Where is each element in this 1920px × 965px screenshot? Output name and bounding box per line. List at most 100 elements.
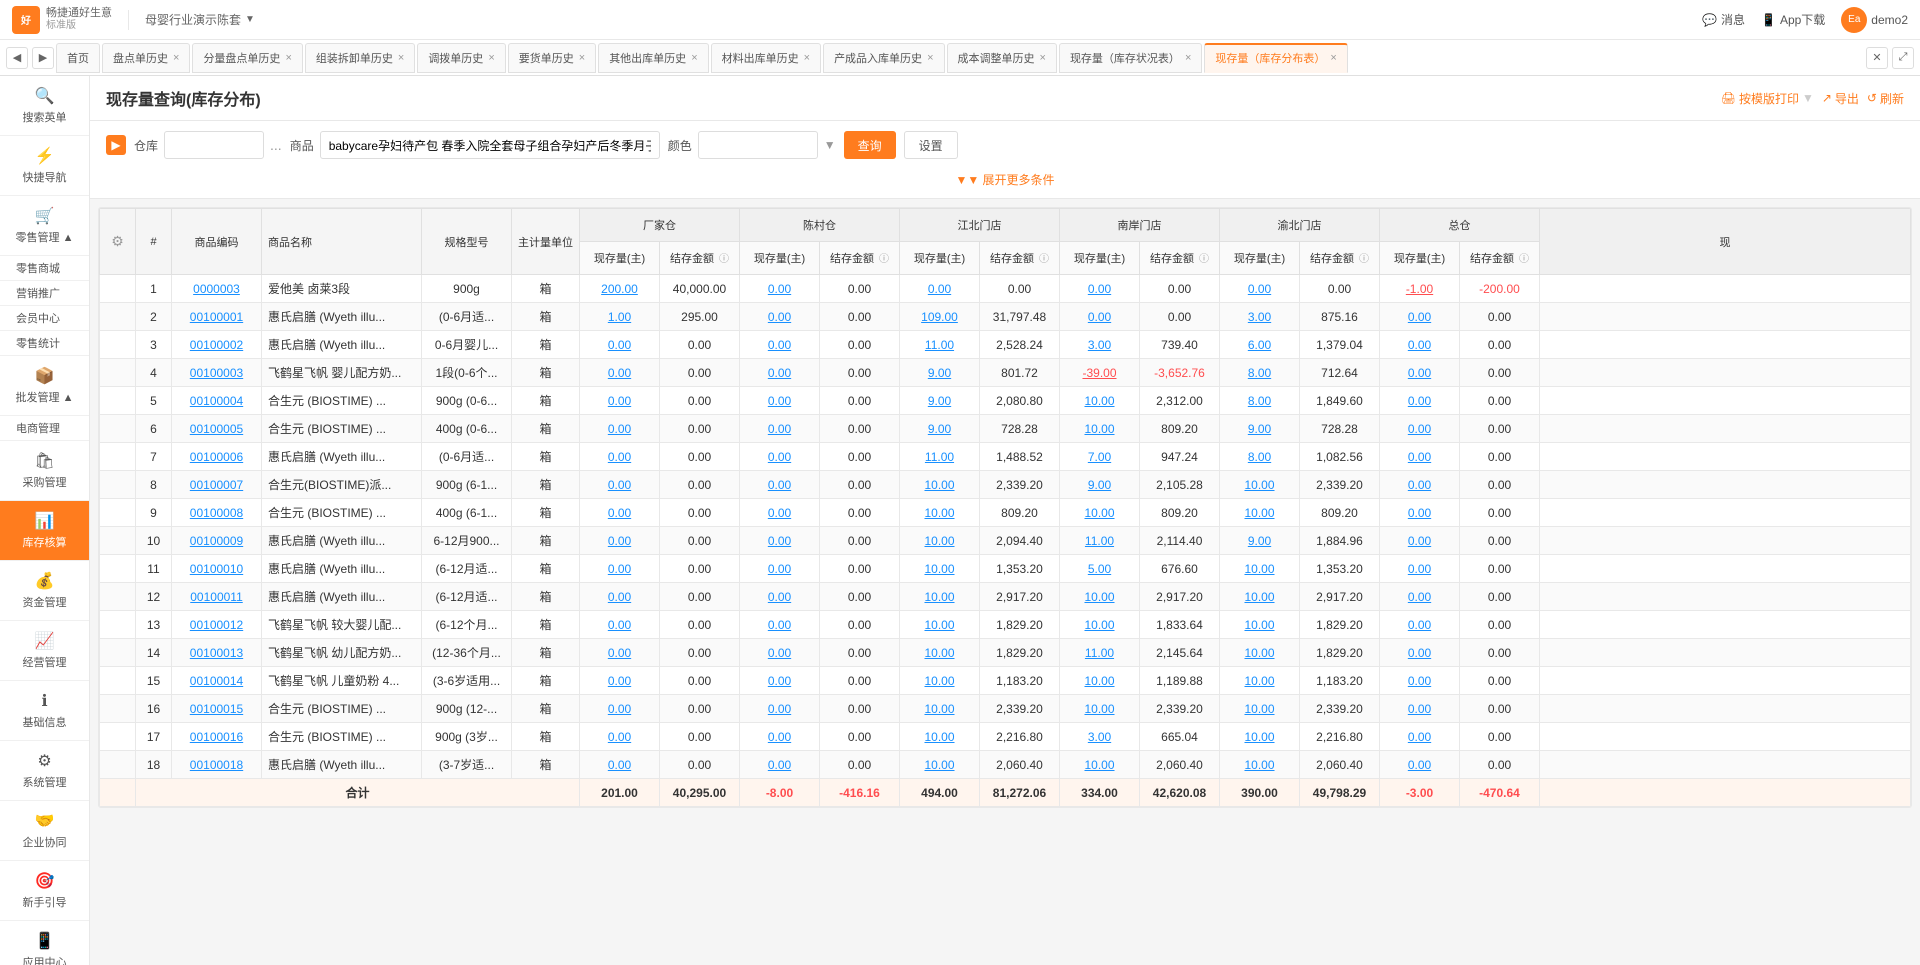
tab-next-btn[interactable]: ▶ [32, 47, 54, 69]
app-download-btn[interactable]: 📱 App下载 [1761, 11, 1825, 28]
sidebar-item-2[interactable]: 🛒零售管理 ▲ [0, 196, 89, 256]
sidebar-item-13[interactable]: ℹ基础信息 [0, 681, 89, 741]
sidebar-item-11[interactable]: 💰资金管理 [0, 561, 89, 621]
th-jb-amt: 结存金额 ⓘ [980, 242, 1060, 275]
download-icon: 📱 [1761, 13, 1776, 27]
message-btn[interactable]: 💬 消息 [1702, 11, 1745, 28]
page-header: 现存量查询(库存分布) 🖨 按模版打印 ▼ ↗ 导出 ↺ 刷新 [90, 76, 1920, 121]
sidebar-item-8[interactable]: 电商管理 [0, 416, 89, 441]
expand-filter-btn[interactable]: ▶ [106, 135, 126, 155]
th-cc-amt: 结存金额 ⓘ [820, 242, 900, 275]
industry-selector[interactable]: 母婴行业演示陈套 ▼ [145, 11, 255, 28]
zc-amt-info-icon[interactable]: ⓘ [1519, 254, 1529, 265]
tab-expand-btn[interactable]: ⤢ [1892, 47, 1914, 69]
logo-text: 畅捷通好生意 标准版 [46, 7, 112, 32]
tab-bar: ◀ ▶ 首页盘点单历史×分量盘点单历史×组装拆卸单历史×调拨单历史×要货单历史×… [0, 40, 1920, 76]
tab-close-3[interactable]: × [398, 52, 404, 64]
tab-close-4[interactable]: × [488, 52, 494, 64]
sidebar-item-10[interactable]: 📊库存核算 [0, 501, 89, 561]
th-settings: ⚙ [100, 209, 136, 275]
tab-close-5[interactable]: × [579, 52, 585, 64]
sidebar-item-16[interactable]: 🎯新手引导 [0, 861, 89, 921]
th-group-zc: 总仓 [1380, 209, 1540, 242]
table-row: 7 00100006 惠氏启膳 (Wyeth illu... (0-6月适...… [100, 443, 1911, 471]
yb-amt-info-icon[interactable]: ⓘ [1359, 254, 1369, 265]
sidebar-item-7[interactable]: 📦批发管理 ▲ [0, 356, 89, 416]
refresh-icon: ↺ [1867, 91, 1877, 105]
user-area[interactable]: Ea demo2 [1841, 7, 1908, 33]
th-cf-qty: 现存量(主) [580, 242, 660, 275]
table-row: 10 00100009 惠氏启膳 (Wyeth illu... 6-12月900… [100, 527, 1911, 555]
sidebar-item-5[interactable]: 会员中心 [0, 306, 89, 331]
color-dropdown-icon[interactable]: ▼ [824, 138, 836, 152]
table-row: 11 00100010 惠氏启膳 (Wyeth illu... (6-12月适.… [100, 555, 1911, 583]
tab-close-6[interactable]: × [691, 52, 697, 64]
tab-close-11[interactable]: × [1330, 52, 1336, 64]
tab-prev-btn[interactable]: ◀ [6, 47, 28, 69]
tab-item-3[interactable]: 组装拆卸单历史× [305, 43, 415, 73]
sidebar-item-17[interactable]: 📱应用中心 [0, 921, 89, 965]
table-row: 18 00100018 惠氏启膳 (Wyeth illu... (3-7岁适..… [100, 751, 1911, 779]
tab-item-10[interactable]: 现存量（库存状况表）× [1059, 43, 1202, 73]
th-name: 商品名称 [262, 209, 422, 275]
color-input[interactable] [698, 131, 818, 159]
sidebar-item-14[interactable]: ⚙系统管理 [0, 741, 89, 801]
table-row: 5 00100004 合生元 (BIOSTIME) ... 900g (0-6.… [100, 387, 1911, 415]
goods-input[interactable] [320, 131, 660, 159]
goods-filter: 商品 [290, 131, 660, 159]
sidebar-item-0[interactable]: 🔍搜索英单 [0, 76, 89, 136]
sidebar: 🔍搜索英单⚡快捷导航🛒零售管理 ▲零售商城营销推广会员中心零售统计📦批发管理 ▲… [0, 76, 90, 965]
tab-item-1[interactable]: 盘点单历史× [102, 43, 190, 73]
export-btn[interactable]: ↗ 导出 [1822, 90, 1859, 107]
tab-item-9[interactable]: 成本调整单历史× [947, 43, 1057, 73]
tab-item-4[interactable]: 调拨单历史× [417, 43, 505, 73]
sidebar-item-9[interactable]: 🛍采购管理 [0, 441, 89, 501]
print-btn[interactable]: 🖨 按模版打印 ▼ [1721, 90, 1814, 107]
tab-item-0[interactable]: 首页 [56, 43, 100, 73]
tab-close-7[interactable]: × [804, 52, 810, 64]
th-yb-qty: 现存量(主) [1220, 242, 1300, 275]
sidebar-item-3[interactable]: 零售商城 [0, 256, 89, 281]
th-na-amt: 结存金额 ⓘ [1140, 242, 1220, 275]
tab-item-7[interactable]: 材料出库单历史× [711, 43, 821, 73]
th-group-cc: 陈村仓 [740, 209, 900, 242]
settings-icon[interactable]: ⚙ [111, 233, 124, 249]
tab-close-8[interactable]: × [927, 52, 933, 64]
refresh-btn[interactable]: ↺ 刷新 [1867, 90, 1904, 107]
th-group-jb: 江北门店 [900, 209, 1060, 242]
table-scroll[interactable]: ⚙ # 商品编码 商品名称 规格型号 主计量单位 厂家仓 陈村仓 江北门店 南岸… [99, 208, 1911, 807]
search-btn[interactable]: 查询 [844, 131, 896, 159]
th-row-num: # [136, 209, 172, 275]
tab-item-8[interactable]: 产成品入库单历史× [823, 43, 944, 73]
print-icon: 🖨 [1721, 91, 1736, 105]
warehouse-more-btn[interactable]: ... [270, 137, 282, 153]
tab-close-9[interactable]: × [1040, 52, 1046, 64]
top-bar: 好 畅捷通好生意 标准版 母婴行业演示陈套 ▼ 💬 消息 📱 App下载 Ea … [0, 0, 1920, 40]
sidebar-item-6[interactable]: 零售统计 [0, 331, 89, 356]
sidebar-item-1[interactable]: ⚡快捷导航 [0, 136, 89, 196]
tab-item-5[interactable]: 要货单历史× [508, 43, 596, 73]
warehouse-input[interactable] [164, 131, 264, 159]
cf-amt-info-icon[interactable]: ⓘ [719, 254, 729, 265]
na-amt-info-icon[interactable]: ⓘ [1199, 254, 1209, 265]
expand-conditions-btn[interactable]: ▼▼ 展开更多条件 [955, 171, 1054, 188]
tab-item-11[interactable]: 现存量（库存分布表）× [1204, 43, 1347, 73]
sidebar-item-12[interactable]: 📈经营管理 [0, 621, 89, 681]
tab-item-2[interactable]: 分量盘点单历史× [192, 43, 302, 73]
th-group-xian: 现 [1540, 209, 1911, 275]
main-content: 现存量查询(库存分布) 🖨 按模版打印 ▼ ↗ 导出 ↺ 刷新 [90, 76, 1920, 965]
tab-close-all-btn[interactable]: ✕ [1866, 47, 1888, 69]
th-group-cf: 厂家仓 [580, 209, 740, 242]
jb-amt-info-icon[interactable]: ⓘ [1039, 254, 1049, 265]
avatar: Ea [1841, 7, 1867, 33]
sidebar-item-15[interactable]: 🤝企业协同 [0, 801, 89, 861]
th-cf-amt: 结存金额 ⓘ [660, 242, 740, 275]
logo-icon: 好 [12, 6, 40, 34]
tab-close-2[interactable]: × [285, 52, 291, 64]
sidebar-item-4[interactable]: 营销推广 [0, 281, 89, 306]
tab-item-6[interactable]: 其他出库单历史× [598, 43, 708, 73]
tab-close-1[interactable]: × [173, 52, 179, 64]
settings-btn[interactable]: 设置 [904, 131, 958, 159]
cc-amt-info-icon[interactable]: ⓘ [879, 254, 889, 265]
tab-close-10[interactable]: × [1185, 52, 1191, 64]
